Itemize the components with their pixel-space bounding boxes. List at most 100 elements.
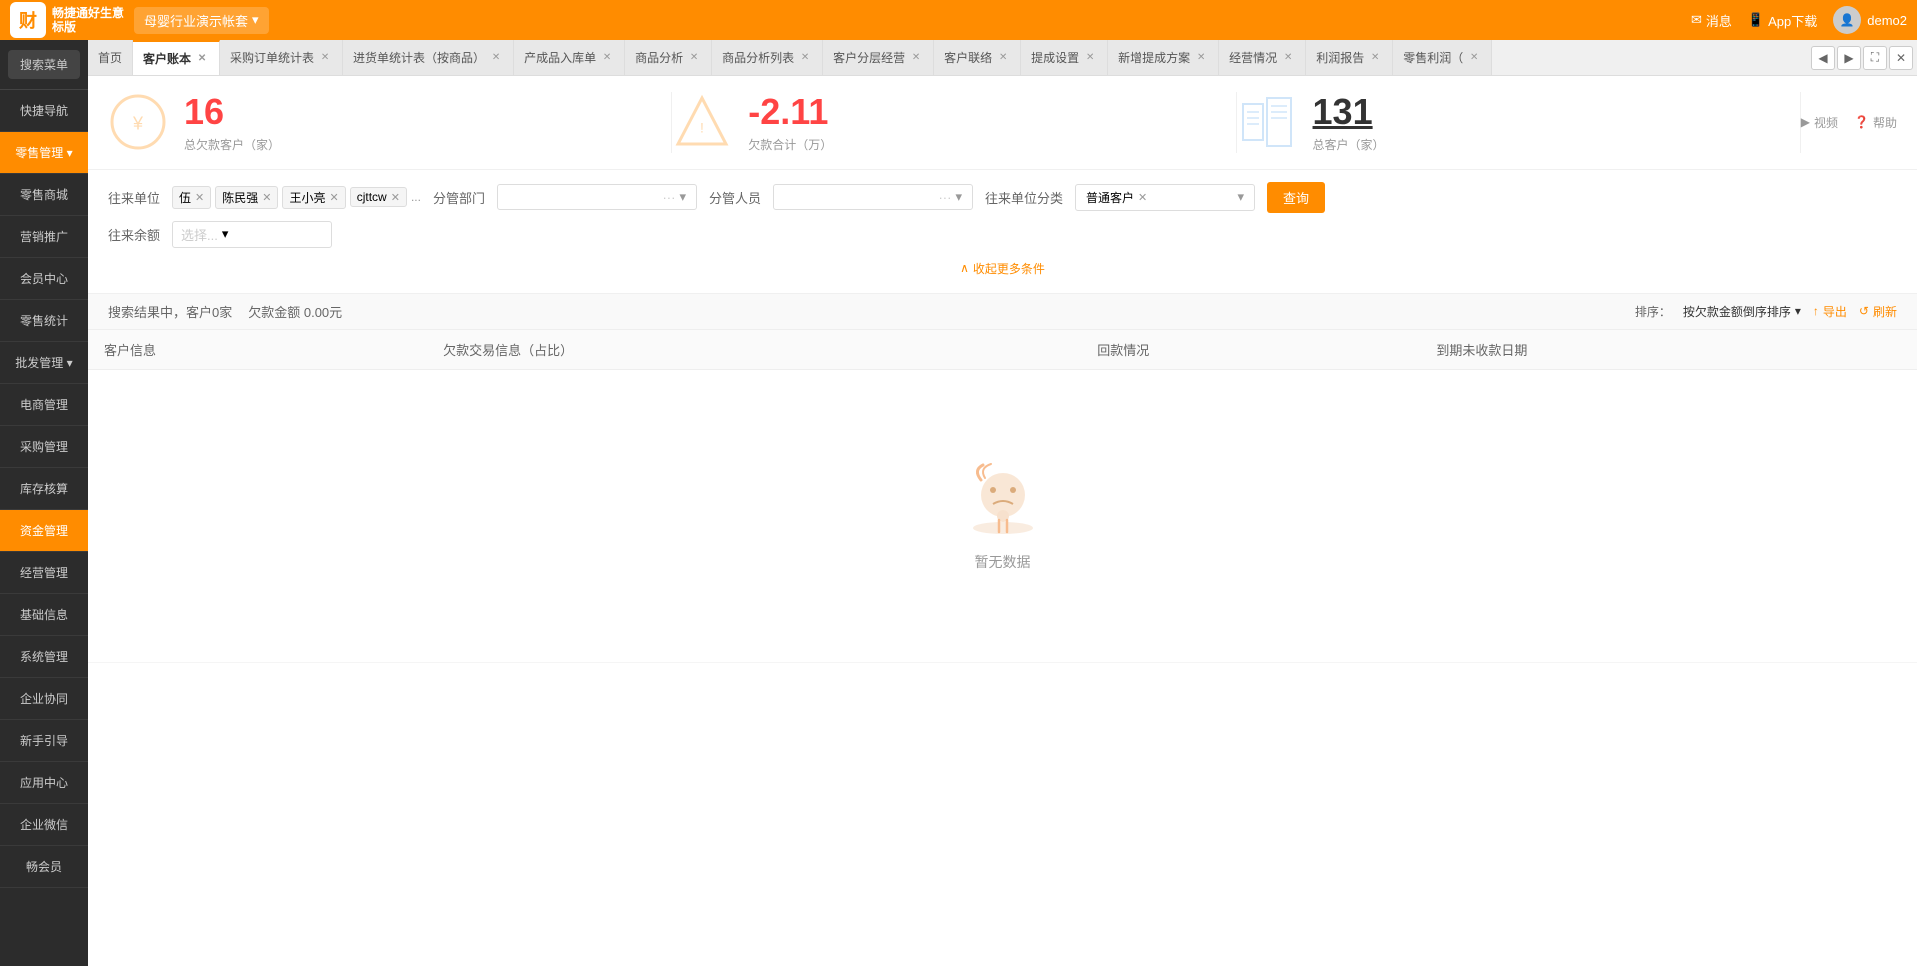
sidebar-item-quick-nav[interactable]: 快捷导航 [0, 90, 88, 132]
tab-close-retail-profit[interactable]: ✕ [1467, 51, 1481, 65]
sidebar-item-inventory[interactable]: 库存核算 [0, 468, 88, 510]
tab-close-accounts[interactable]: ✕ [195, 52, 209, 66]
stat-value-total: 131 [1313, 92, 1385, 132]
results-count: 搜索结果中，客户0家 [108, 302, 232, 321]
sort-label: 排序： [1635, 303, 1671, 320]
tab-product-analysis-list[interactable]: 商品分析列表 ✕ [712, 40, 823, 75]
empty-text: 暂无数据 [975, 552, 1031, 572]
sidebar-item-ops-mgmt[interactable]: 经营管理 [0, 552, 88, 594]
tab-close-import-stats[interactable]: ✕ [489, 51, 503, 65]
sidebar-item-basic-info[interactable]: 基础信息 [0, 594, 88, 636]
tab-purchase-stats[interactable]: 采购订单统计表 ✕ [220, 40, 343, 75]
tab-close-customer-mgmt[interactable]: ✕ [909, 51, 923, 65]
top-bar: 财 畅捷通好生意 标版 母婴行业演示帐套 ▾ ✉ 消息 📱 App下载 👤 [0, 0, 1917, 40]
sidebar-item-batch-mgmt[interactable]: 批发管理 ▾ [0, 342, 88, 384]
avatar: 👤 [1833, 6, 1861, 34]
sidebar-item-retail-mgmt[interactable]: 零售管理 ▾ [0, 132, 88, 174]
filter-unit-type-select[interactable]: 普通客户 ✕ ▾ [1075, 184, 1255, 211]
tab-new-plan[interactable]: 新增提成方案 ✕ [1108, 40, 1219, 75]
remove-tag-chen[interactable]: ✕ [262, 191, 271, 204]
sort-select[interactable]: 按欠款金额倒序排序 ▾ [1683, 303, 1801, 320]
export-icon: ↑ [1813, 304, 1819, 318]
tab-close-new-plan[interactable]: ✕ [1194, 51, 1208, 65]
tab-produce-entry[interactable]: 产成品入库单 ✕ [514, 40, 625, 75]
stat-block-total: 131 总客户（家） [1237, 92, 1801, 153]
user-avatar-area[interactable]: 👤 demo2 [1833, 6, 1907, 34]
sidebar-item-fund-mgmt[interactable]: 资金管理 [0, 510, 88, 552]
filter-person-select[interactable]: ··· ▾ [773, 184, 973, 210]
tab-biz-status[interactable]: 经营情况 ✕ [1219, 40, 1306, 75]
tab-home[interactable]: 首页 [88, 40, 133, 75]
filter-balance-label: 往来余额 [108, 225, 160, 244]
sidebar-item-sys-mgmt[interactable]: 系统管理 [0, 636, 88, 678]
tab-close-profit-report[interactable]: ✕ [1368, 51, 1382, 65]
person-select-dots: ··· [938, 190, 951, 205]
sidebar-item-wechat[interactable]: 企业微信 [0, 804, 88, 846]
filter-unit-type-label: 往来单位分类 [985, 188, 1063, 207]
tab-close-purchase-stats[interactable]: ✕ [318, 51, 332, 65]
query-button[interactable]: 查询 [1267, 182, 1325, 213]
tab-close-all-button[interactable]: ✕ [1889, 46, 1913, 70]
sidebar-item-purchase-mgmt[interactable]: 采购管理 [0, 426, 88, 468]
dept-select-arrow: ▾ [679, 189, 686, 205]
filter-tag-wu: 伍 ✕ [172, 186, 211, 209]
collapse-button[interactable]: ∧ 收起更多条件 [108, 256, 1897, 281]
filter-balance-input[interactable]: 选择... ▾ [172, 221, 332, 248]
tab-bar: 首页 客户账本 ✕ 采购订单统计表 ✕ 进货单统计表（按商品） ✕ 产成品入库单… [88, 40, 1917, 76]
search-menu-button[interactable]: 搜索菜单 [8, 50, 80, 79]
remove-tag-cjttcw[interactable]: ✕ [391, 191, 400, 204]
app-download-button[interactable]: 📱 App下载 [1748, 11, 1817, 30]
tab-close-biz-status[interactable]: ✕ [1281, 51, 1295, 65]
store-selector[interactable]: 母婴行业演示帐套 ▾ [134, 7, 269, 34]
tab-customer-mgmt[interactable]: 客户分层经营 ✕ [823, 40, 934, 75]
tab-close-produce-entry[interactable]: ✕ [600, 51, 614, 65]
tab-product-analysis[interactable]: 商品分析 ✕ [625, 40, 712, 75]
tab-prompt-settings[interactable]: 提成设置 ✕ [1021, 40, 1108, 75]
tab-prev-button[interactable]: ◀ [1811, 46, 1835, 70]
svg-text:!: ! [700, 120, 704, 136]
remove-tag-normal-customer[interactable]: ✕ [1138, 191, 1147, 204]
more-tags-button[interactable]: ... [411, 190, 421, 204]
sidebar-search: 搜索菜单 [0, 40, 88, 90]
remove-tag-wang[interactable]: ✕ [330, 191, 339, 204]
remove-tag-wu[interactable]: ✕ [195, 191, 204, 204]
results-bar: 搜索结果中，客户0家 欠款金额 0.00元 排序： 按欠款金额倒序排序 ▾ ↑ … [88, 294, 1917, 330]
tab-import-stats[interactable]: 进货单统计表（按商品） ✕ [343, 40, 514, 75]
sidebar-item-new-guide[interactable]: 新手引导 [0, 720, 88, 762]
refresh-button[interactable]: ↺ 刷新 [1859, 303, 1897, 320]
export-button[interactable]: ↑ 导出 [1813, 303, 1847, 320]
sidebar-item-enterprise[interactable]: 企业协同 [0, 678, 88, 720]
sort-arrow-icon: ▾ [1795, 304, 1801, 318]
filter-dept-select[interactable]: ··· ▾ [497, 184, 697, 210]
sidebar-item-retail-stats[interactable]: 零售统计 [0, 300, 88, 342]
sidebar-item-ecom-mgmt[interactable]: 电商管理 [0, 384, 88, 426]
stat-block-customers: ¥ 16 总欠款客户（家） [108, 92, 672, 153]
help-button[interactable]: ❓ 帮助 [1854, 114, 1897, 131]
results-bar-right: 排序： 按欠款金额倒序排序 ▾ ↑ 导出 ↺ 刷新 [1635, 303, 1897, 320]
tab-close-prompt-settings[interactable]: ✕ [1083, 51, 1097, 65]
tab-close-product-analysis[interactable]: ✕ [687, 51, 701, 65]
tab-retail-profit[interactable]: 零售利润（ ✕ [1393, 40, 1492, 75]
tab-maximize-button[interactable]: ⛶ [1863, 46, 1887, 70]
tab-close-product-analysis-list[interactable]: ✕ [798, 51, 812, 65]
sidebar-item-retail-mall[interactable]: 零售商城 [0, 174, 88, 216]
sidebar-item-vip[interactable]: 畅会员 [0, 846, 88, 888]
tab-bar-actions: ◀ ▶ ⛶ ✕ [1807, 40, 1917, 75]
tab-profit-report[interactable]: 利润报告 ✕ [1306, 40, 1393, 75]
sidebar-item-marketing[interactable]: 营销推广 [0, 216, 88, 258]
sidebar-item-member-center[interactable]: 会员中心 [0, 258, 88, 300]
person-select-arrow: ▾ [955, 189, 962, 205]
total-stat-icon [1237, 92, 1297, 152]
sidebar-item-app-center[interactable]: 应用中心 [0, 762, 88, 804]
phone-icon: 📱 [1748, 12, 1764, 28]
stats-bar-actions: ▶ 视频 ❓ 帮助 [1801, 114, 1897, 131]
tab-customer-contact[interactable]: 客户联络 ✕ [934, 40, 1021, 75]
tab-accounts[interactable]: 客户账本 ✕ [133, 40, 220, 75]
tab-close-customer-contact[interactable]: ✕ [996, 51, 1010, 65]
filter-row-1: 往来单位 伍 ✕ 陈民强 ✕ 王小亮 [108, 182, 1897, 213]
tab-next-button[interactable]: ▶ [1837, 46, 1861, 70]
balance-select-arrow: ▾ [222, 226, 229, 242]
video-button[interactable]: ▶ 视频 [1801, 114, 1838, 131]
message-button[interactable]: ✉ 消息 [1691, 11, 1732, 30]
chevron-down-icon: ▾ [67, 146, 73, 160]
